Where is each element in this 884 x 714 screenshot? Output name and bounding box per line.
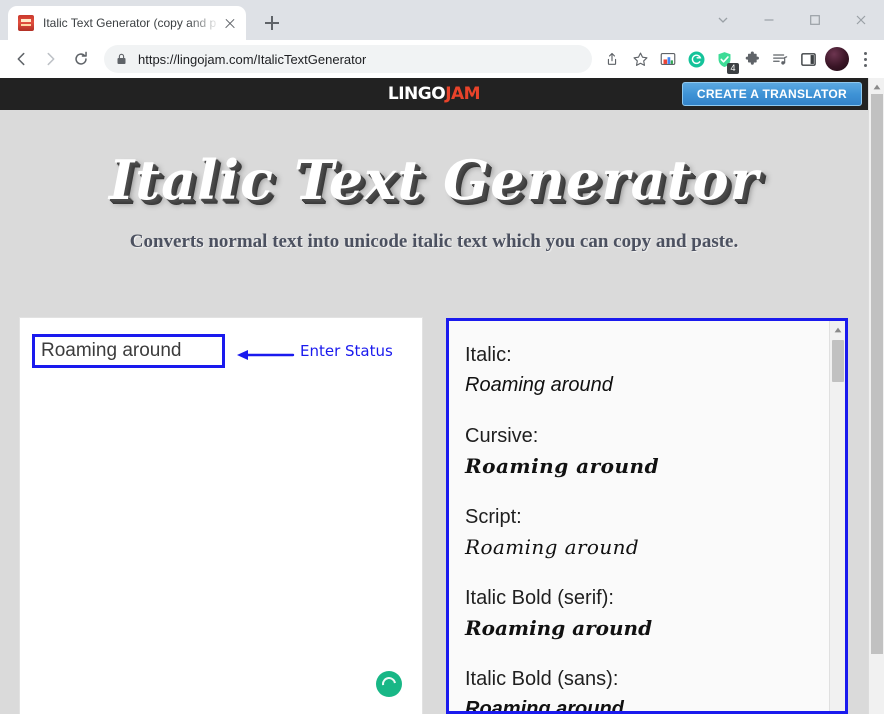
forward-arrow-icon [36, 44, 66, 74]
input-wrapper [32, 334, 225, 368]
google-news-extension-icon[interactable] [654, 45, 682, 73]
scroll-up-arrow-icon[interactable] [830, 321, 845, 338]
tab-strip: Italic Text Generator (copy and p [0, 0, 884, 40]
loading-spinner-icon[interactable] [376, 671, 402, 697]
side-panel-icon[interactable] [794, 45, 822, 73]
share-icon[interactable] [598, 45, 626, 73]
output-block: Italic Bold (serif): Roaming around [465, 584, 829, 643]
new-tab-button[interactable] [258, 9, 286, 37]
spinner-ring [379, 674, 399, 694]
output-scroll-area[interactable]: Italic: Roaming around Cursive: Roaming … [449, 321, 829, 711]
lock-icon [114, 53, 128, 65]
extensions-puzzle-icon[interactable] [738, 45, 766, 73]
page-title: Italic Text Generator [108, 148, 760, 212]
lingojam-favicon-icon [18, 15, 34, 31]
output-label: Cursive: [465, 425, 539, 447]
annotation-label: Enter Status [300, 342, 393, 360]
logo-lingo: LINGO [387, 84, 446, 104]
create-translator-button[interactable]: CREATE A TRANSLATOR [681, 82, 862, 106]
grammarly-extension-icon[interactable] [682, 45, 710, 73]
output-block: Script: Roaming around [465, 503, 829, 562]
page-scrollbar-thumb[interactable] [871, 94, 883, 654]
back-arrow-icon[interactable] [6, 44, 36, 74]
page-scrollbar[interactable] [868, 78, 884, 714]
output-label: Italic: [465, 344, 512, 366]
status-text-input[interactable] [32, 334, 225, 368]
browser-window: Italic Text Generator (copy and p https:… [0, 0, 884, 714]
chrome-menu-icon[interactable] [852, 45, 878, 73]
adblock-extension-icon[interactable]: 4 [710, 45, 739, 74]
output-block: Italic Bold (sans): Roaming around [465, 665, 829, 711]
bookmark-star-icon[interactable] [626, 45, 654, 73]
output-value[interactable]: Roaming around [465, 370, 829, 400]
output-value[interactable]: Roaming around [465, 532, 829, 562]
output-block: Italic: Roaming around [465, 341, 829, 400]
browser-toolbar: https://lingojam.com/ItalicTextGenerator [0, 40, 884, 78]
maximize-icon[interactable] [792, 0, 838, 40]
page-scroll-up-arrow-icon[interactable] [869, 78, 884, 95]
input-panel: Enter Status [20, 318, 422, 714]
minimize-icon[interactable] [746, 0, 792, 40]
output-label: Script: [465, 506, 522, 528]
output-value[interactable]: Roaming around [465, 613, 829, 643]
close-tab-icon[interactable] [220, 13, 240, 33]
translator-panels: Enter Status Italic: Roaming around Curs… [20, 318, 850, 714]
profile-avatar[interactable] [825, 47, 849, 71]
browser-tab[interactable]: Italic Text Generator (copy and p [8, 6, 246, 40]
output-panel: Italic: Roaming around Cursive: Roaming … [446, 318, 848, 714]
reload-icon[interactable] [66, 44, 96, 74]
reading-list-icon[interactable] [766, 45, 794, 73]
output-scrollbar-thumb[interactable] [832, 340, 844, 382]
output-label: Italic Bold (sans): [465, 668, 619, 690]
page-subtitle: Converts normal text into unicode italic… [129, 230, 739, 252]
output-value[interactable]: Roaming around [465, 694, 829, 711]
address-bar[interactable]: https://lingojam.com/ItalicTextGenerator [104, 45, 592, 73]
close-window-icon[interactable] [838, 0, 884, 40]
site-header: LINGOJAM CREATE A TRANSLATOR [0, 78, 868, 110]
logo-jam: JAM [445, 84, 481, 104]
window-controls [700, 0, 884, 40]
output-block: Cursive: Roaming around [465, 422, 829, 481]
page-viewport: LINGOJAM CREATE A TRANSLATOR Italic Text… [0, 78, 884, 714]
tab-title: Italic Text Generator (copy and p [43, 16, 217, 30]
output-value[interactable]: Roaming around [465, 451, 829, 481]
hero-section: Italic Text Generator Converts normal te… [0, 152, 868, 253]
output-label: Italic Bold (serif): [465, 587, 614, 609]
output-scrollbar[interactable] [829, 321, 845, 711]
tab-search-chevron-down-icon[interactable] [700, 0, 746, 40]
url-text: https://lingojam.com/ItalicTextGenerator [138, 51, 367, 67]
left-arrow-annotation-icon [237, 350, 295, 360]
